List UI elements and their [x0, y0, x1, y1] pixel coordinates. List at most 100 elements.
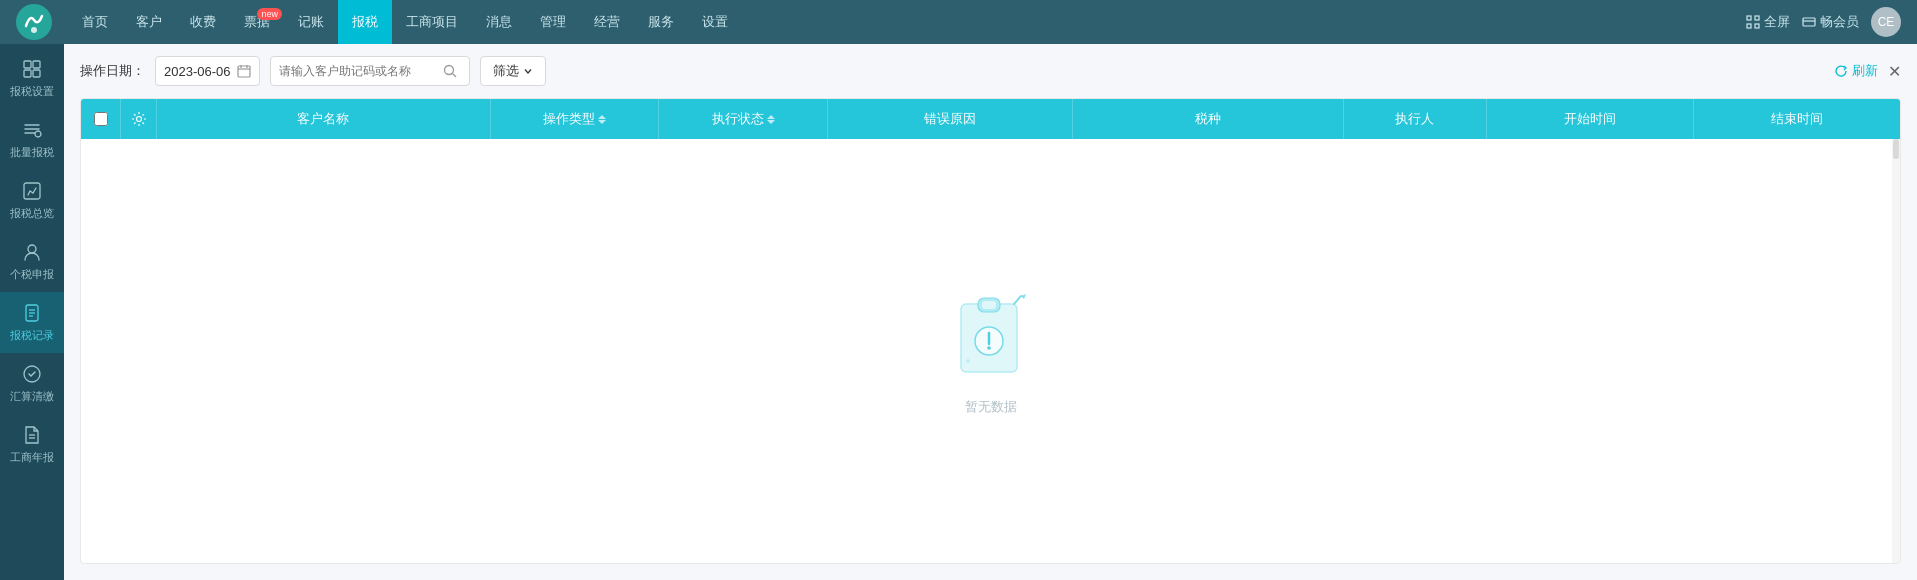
svg-rect-3	[1755, 16, 1759, 20]
nav-item-报税[interactable]: 报税	[338, 0, 392, 44]
sidebar-item-批量报税[interactable]: 批量报税	[0, 109, 64, 170]
sort-optype-icon	[598, 115, 606, 124]
toolbar: 操作日期： 2023-06-06 筛选	[64, 44, 1917, 98]
svg-point-34	[987, 346, 991, 350]
table-body: 暂无数据	[81, 139, 1900, 563]
sidebar-item-工商年报[interactable]: 工商年报	[0, 414, 64, 475]
empty-text: 暂无数据	[965, 398, 1017, 416]
th-error-reason: 错误原因	[828, 99, 1073, 139]
sidebar: 报税设置批量报税报税总览个税申报报税记录汇算清缴工商年报	[0, 44, 64, 580]
vip-label: 畅会员	[1820, 13, 1859, 31]
th-end-time: 结束时间	[1694, 99, 1900, 139]
sidebar-item-汇算清缴[interactable]: 汇算清缴	[0, 353, 64, 414]
scroll-thumb	[1893, 139, 1899, 159]
sort-exstatus-icon	[767, 115, 775, 124]
th-settings[interactable]	[121, 99, 157, 139]
svg-line-35	[1014, 296, 1021, 304]
refresh-icon	[1834, 64, 1848, 78]
batch-icon	[21, 119, 43, 141]
sidebar-item-报税记录[interactable]: 报税记录	[0, 292, 64, 353]
sidebar-label-报税记录: 报税记录	[10, 328, 54, 343]
sidebar-item-个税申报[interactable]: 个税申报	[0, 231, 64, 292]
svg-rect-6	[1803, 18, 1815, 26]
svg-marker-36	[1021, 294, 1026, 299]
nav-item-设置[interactable]: 设置	[688, 0, 742, 44]
select-all-checkbox[interactable]	[94, 112, 108, 126]
column-settings-icon	[131, 111, 147, 127]
close-button[interactable]: ✕	[1888, 62, 1901, 81]
nav-item-服务[interactable]: 服务	[634, 0, 688, 44]
sidebar-item-报税总览[interactable]: 报税总览	[0, 170, 64, 231]
nav-badge-票据: new	[257, 8, 282, 20]
sidebar-label-报税总览: 报税总览	[10, 206, 54, 221]
filter-label: 筛选	[493, 62, 519, 80]
svg-rect-13	[24, 183, 40, 199]
nav-items: 首页客户收费票据new记账报税工商项目消息管理经营服务设置	[68, 0, 1746, 44]
nav-item-经营[interactable]: 经营	[580, 0, 634, 44]
svg-rect-4	[1747, 24, 1751, 28]
sidebar-label-工商年报: 工商年报	[10, 450, 54, 465]
svg-rect-9	[33, 61, 40, 68]
th-executor: 执行人	[1344, 99, 1488, 139]
empty-state: 暂无数据	[926, 266, 1056, 436]
sidebar-label-报税设置: 报税设置	[10, 84, 54, 99]
nav-item-首页[interactable]: 首页	[68, 0, 122, 44]
personal-tax-icon	[21, 241, 43, 263]
chevron-down-icon	[523, 66, 533, 76]
vip-button[interactable]: 畅会员	[1802, 13, 1859, 31]
nav-right: 全屏 畅会员 CE	[1746, 7, 1901, 37]
svg-rect-31	[982, 301, 996, 309]
sidebar-label-汇算清缴: 汇算清缴	[10, 389, 54, 404]
date-label: 操作日期：	[80, 62, 145, 80]
date-value: 2023-06-06	[164, 64, 231, 79]
settings-icon	[21, 58, 43, 80]
filter-button[interactable]: 筛选	[480, 56, 546, 86]
nav-item-客户[interactable]: 客户	[122, 0, 176, 44]
date-input[interactable]: 2023-06-06	[155, 56, 260, 86]
sidebar-label-批量报税: 批量报税	[10, 145, 54, 160]
data-table: 客户名称 操作类型 执行状态 错误原因	[80, 98, 1901, 564]
record-icon	[21, 302, 43, 324]
th-start-time: 开始时间	[1487, 99, 1694, 139]
top-navigation: 首页客户收费票据new记账报税工商项目消息管理经营服务设置 全屏 畅会员 CE	[0, 0, 1917, 44]
svg-rect-5	[1755, 24, 1759, 28]
th-checkbox[interactable]	[81, 99, 121, 139]
svg-rect-8	[24, 61, 31, 68]
nav-item-消息[interactable]: 消息	[472, 0, 526, 44]
svg-point-38	[1008, 363, 1014, 369]
nav-item-管理[interactable]: 管理	[526, 0, 580, 44]
nav-item-票据[interactable]: 票据new	[230, 0, 284, 44]
refresh-button[interactable]: 刷新	[1834, 62, 1878, 80]
th-tax-type: 税种	[1073, 99, 1343, 139]
svg-point-28	[136, 117, 141, 122]
content-area: 操作日期： 2023-06-06 筛选	[64, 44, 1917, 580]
main-layout: 报税设置批量报税报税总览个税申报报税记录汇算清缴工商年报 操作日期： 2023-…	[0, 44, 1917, 580]
svg-line-27	[452, 74, 456, 78]
svg-point-14	[28, 245, 36, 253]
fullscreen-label: 全屏	[1764, 13, 1790, 31]
table-header: 客户名称 操作类型 执行状态 错误原因	[81, 99, 1900, 139]
nav-item-记账[interactable]: 记账	[284, 0, 338, 44]
svg-point-37	[966, 359, 970, 363]
svg-rect-11	[33, 70, 40, 77]
avatar[interactable]: CE	[1871, 7, 1901, 37]
fullscreen-icon	[1746, 15, 1760, 29]
svg-rect-10	[24, 70, 31, 77]
overview-icon	[21, 180, 43, 202]
search-icon	[443, 64, 457, 78]
logo[interactable]	[16, 4, 52, 40]
th-client-name: 客户名称	[157, 99, 491, 139]
th-op-type[interactable]: 操作类型	[491, 99, 660, 139]
search-input[interactable]	[279, 64, 439, 78]
sidebar-label-个税申报: 个税申报	[10, 267, 54, 282]
svg-point-1	[31, 27, 37, 33]
nav-item-收费[interactable]: 收费	[176, 0, 230, 44]
svg-rect-2	[1747, 16, 1751, 20]
vip-icon	[1802, 15, 1816, 29]
search-wrap[interactable]	[270, 56, 470, 86]
fullscreen-button[interactable]: 全屏	[1746, 13, 1790, 31]
th-exec-status[interactable]: 执行状态	[659, 99, 828, 139]
scroll-indicator[interactable]	[1892, 139, 1900, 563]
sidebar-item-报税设置[interactable]: 报税设置	[0, 48, 64, 109]
nav-item-工商项目[interactable]: 工商项目	[392, 0, 472, 44]
